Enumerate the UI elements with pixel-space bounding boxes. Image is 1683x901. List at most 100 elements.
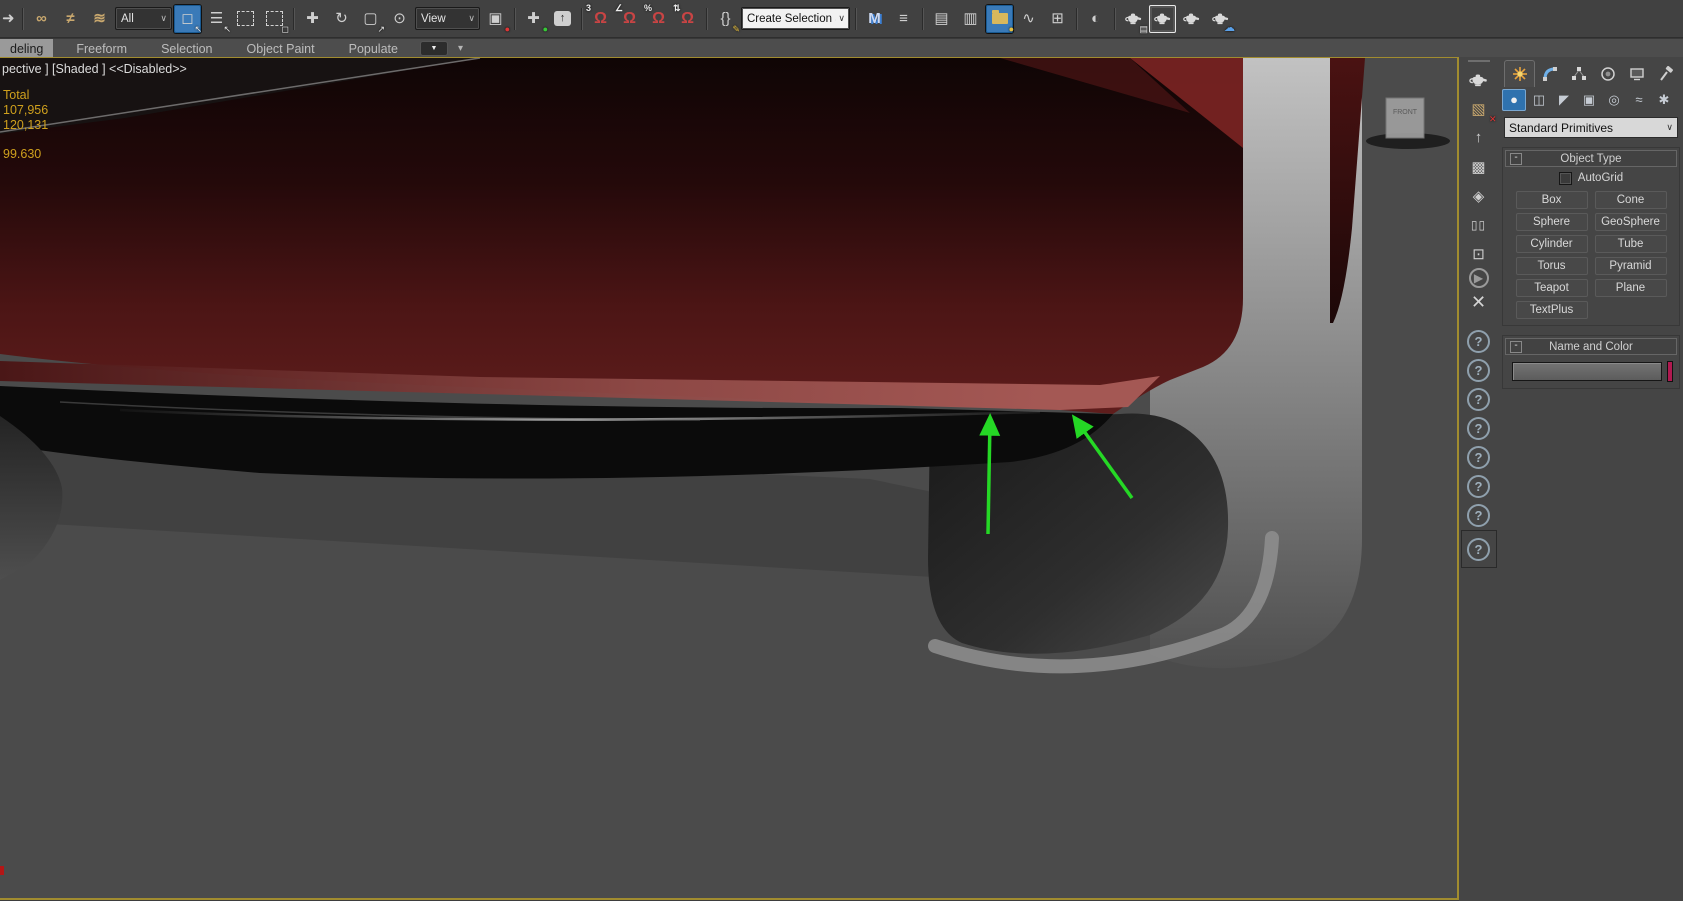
shapes-icon[interactable]: ◫: [1527, 89, 1551, 111]
percent-snap-toggle-icon[interactable]: Ω %: [644, 3, 672, 33]
name-color-rollout-header[interactable]: - Name and Color: [1505, 338, 1677, 355]
helpers-icon[interactable]: ◎: [1602, 89, 1626, 111]
select-and-link-icon[interactable]: ∞: [28, 5, 55, 33]
object-type-button-5[interactable]: Tube: [1594, 235, 1667, 253]
select-and-move-icon[interactable]: ✚: [299, 5, 326, 33]
delete-box-icon[interactable]: ▧ ✕: [1462, 94, 1496, 124]
snap-toggle-3d-icon[interactable]: Ω 3: [586, 3, 614, 33]
help-button-1[interactable]: ?: [1462, 356, 1496, 385]
object-color-swatch[interactable]: [1667, 361, 1673, 382]
bind-to-spacewarp-icon[interactable]: ≋: [86, 5, 113, 33]
scene-explorer-icon[interactable]: ▤: [928, 5, 955, 33]
help-button-7[interactable]: ?: [1460, 530, 1497, 568]
collapse-icon[interactable]: -: [1510, 341, 1522, 353]
schematic-view-icon[interactable]: ⊞: [1044, 5, 1071, 33]
collapse-icon[interactable]: -: [1510, 153, 1522, 165]
curve-editor-icon[interactable]: ∿: [1015, 5, 1042, 33]
select-and-manipulate-icon[interactable]: ✚ ●: [520, 5, 548, 33]
object-type-button-2[interactable]: Sphere: [1515, 213, 1588, 231]
help-button-0[interactable]: ?: [1462, 327, 1496, 356]
object-type-button-4[interactable]: Cylinder: [1515, 235, 1588, 253]
select-and-place-icon[interactable]: ⊙: [386, 5, 413, 33]
geometry-icon[interactable]: ●: [1502, 88, 1526, 111]
help-button-5[interactable]: ?: [1462, 472, 1496, 501]
redo-arrow-icon[interactable]: ➜: [2, 5, 17, 33]
object-type-button-7[interactable]: Pyramid: [1594, 257, 1667, 275]
checker-region-icon[interactable]: ▩: [1462, 152, 1496, 181]
mirror-icon[interactable]: M: [861, 5, 888, 33]
category-dropdown[interactable]: Standard Primitives ∨: [1504, 117, 1678, 138]
unlink-selection-icon[interactable]: ≠: [57, 5, 84, 33]
rendered-frame-window-icon[interactable]: [1149, 5, 1176, 33]
material-editor-icon[interactable]: ◐: [1082, 5, 1109, 33]
viewport-label[interactable]: pective ] [Shaded ] <<Disabled>>: [2, 62, 187, 76]
cameras-icon[interactable]: ▣: [1577, 89, 1601, 111]
ribbon-tab-populate[interactable]: Populate: [332, 39, 415, 58]
layer-explorer-icon[interactable]: ▥: [957, 5, 984, 33]
object-type-button-10[interactable]: TextPlus: [1515, 301, 1588, 319]
ribbon-minimize-caret[interactable]: ▾: [453, 39, 468, 58]
help-button-6[interactable]: ?: [1462, 501, 1496, 530]
move-gizmo-icon[interactable]: ◈: [1462, 181, 1496, 210]
object-type-button-3[interactable]: GeoSphere: [1594, 213, 1667, 231]
help-button-3[interactable]: ?: [1462, 414, 1496, 443]
ribbon-tab-bar: deling Freeform Selection Object Paint P…: [0, 38, 1683, 58]
tab-create[interactable]: [1504, 60, 1535, 87]
rectangular-selection-region-icon[interactable]: [232, 5, 259, 33]
select-and-rotate-icon[interactable]: ↻: [328, 5, 355, 33]
window-crossing-toggle-icon[interactable]: ◻: [261, 5, 289, 33]
ribbon-minimize-button[interactable]: ▼ ▼: [415, 39, 453, 58]
render-in-cloud-icon[interactable]: ☁: [1207, 5, 1235, 33]
object-name-field[interactable]: [1512, 362, 1662, 381]
systems-icon[interactable]: ✱: [1652, 89, 1676, 111]
close-x-icon[interactable]: ✕: [1462, 288, 1496, 317]
angle-snap-toggle-icon[interactable]: Ω ∠: [615, 3, 643, 33]
vertex-cube-icon[interactable]: ⊡: [1462, 239, 1496, 268]
select-by-name-icon[interactable]: ☰ ↖: [203, 5, 231, 33]
viewport-canvas[interactable]: FRONT pective ] [Shaded ] <<Disabled>> T…: [0, 57, 1459, 900]
edit-named-selection-sets-icon[interactable]: {} ✎: [712, 5, 740, 33]
spacewarps-icon[interactable]: ≈: [1627, 89, 1651, 111]
object-type-button-8[interactable]: Teapot: [1515, 279, 1588, 297]
play-icon[interactable]: ▶: [1468, 268, 1489, 288]
help-button-4[interactable]: ?: [1462, 443, 1496, 472]
render-setup-icon[interactable]: ▤: [1120, 5, 1148, 33]
spinner-snap-toggle-icon[interactable]: Ω ⇅: [673, 3, 701, 33]
use-pivot-point-center-icon[interactable]: ▣ ●: [482, 5, 510, 33]
object-type-button-9[interactable]: Plane: [1594, 279, 1667, 297]
toolbar-separator: [19, 7, 26, 31]
ribbon-toggle-icon[interactable]: ●: [986, 4, 1014, 33]
display-icon: [1629, 68, 1644, 81]
ribbon-tab-modeling[interactable]: deling: [0, 39, 54, 58]
tab-motion[interactable]: [1593, 61, 1622, 87]
keyboard-shortcut-override-icon[interactable]: ↑: [549, 5, 576, 33]
panels-icon[interactable]: ▯▯: [1462, 210, 1496, 239]
object-type-buttons: Box Cone Sphere GeoSphere Cylinder Tube Torus P…: [1503, 191, 1679, 319]
object-type-button-1[interactable]: Cone: [1594, 191, 1667, 209]
car-body: [0, 58, 1243, 414]
align-icon[interactable]: ≡: [890, 5, 917, 33]
selection-filter-dropdown[interactable]: All ∨: [115, 7, 172, 30]
tab-hierarchy[interactable]: [1564, 61, 1593, 87]
ribbon-tab-selection[interactable]: Selection: [144, 39, 229, 58]
object-type-rollout-header[interactable]: - Object Type: [1505, 150, 1677, 167]
autogrid-checkbox[interactable]: [1558, 171, 1572, 185]
grid-up-arrow-icon[interactable]: ↑: [1462, 123, 1496, 152]
tab-display[interactable]: [1622, 61, 1651, 87]
object-type-button-0[interactable]: Box: [1515, 191, 1588, 209]
select-object-icon[interactable]: ◻ ↖: [174, 4, 202, 33]
tab-modify[interactable]: [1535, 61, 1564, 87]
select-and-scale-icon[interactable]: ▢ ↗: [357, 5, 385, 33]
help-button-2[interactable]: ?: [1462, 385, 1496, 414]
ribbon-tab-object-paint[interactable]: Object Paint: [230, 39, 332, 58]
named-selection-set-dropdown[interactable]: Create Selection Se ∨: [741, 7, 850, 30]
toolbar-separator: [919, 7, 926, 31]
reference-coordinate-dropdown[interactable]: View ∨: [415, 7, 480, 30]
object-type-button-6[interactable]: Torus: [1515, 257, 1588, 275]
render-production-icon[interactable]: [1178, 5, 1205, 33]
tab-utilities[interactable]: [1651, 61, 1680, 87]
lights-icon[interactable]: ◤: [1552, 89, 1576, 111]
ribbon-tab-freeform[interactable]: Freeform: [59, 39, 144, 58]
motion-icon: [1600, 67, 1615, 81]
render-teapot-icon[interactable]: [1462, 65, 1496, 94]
